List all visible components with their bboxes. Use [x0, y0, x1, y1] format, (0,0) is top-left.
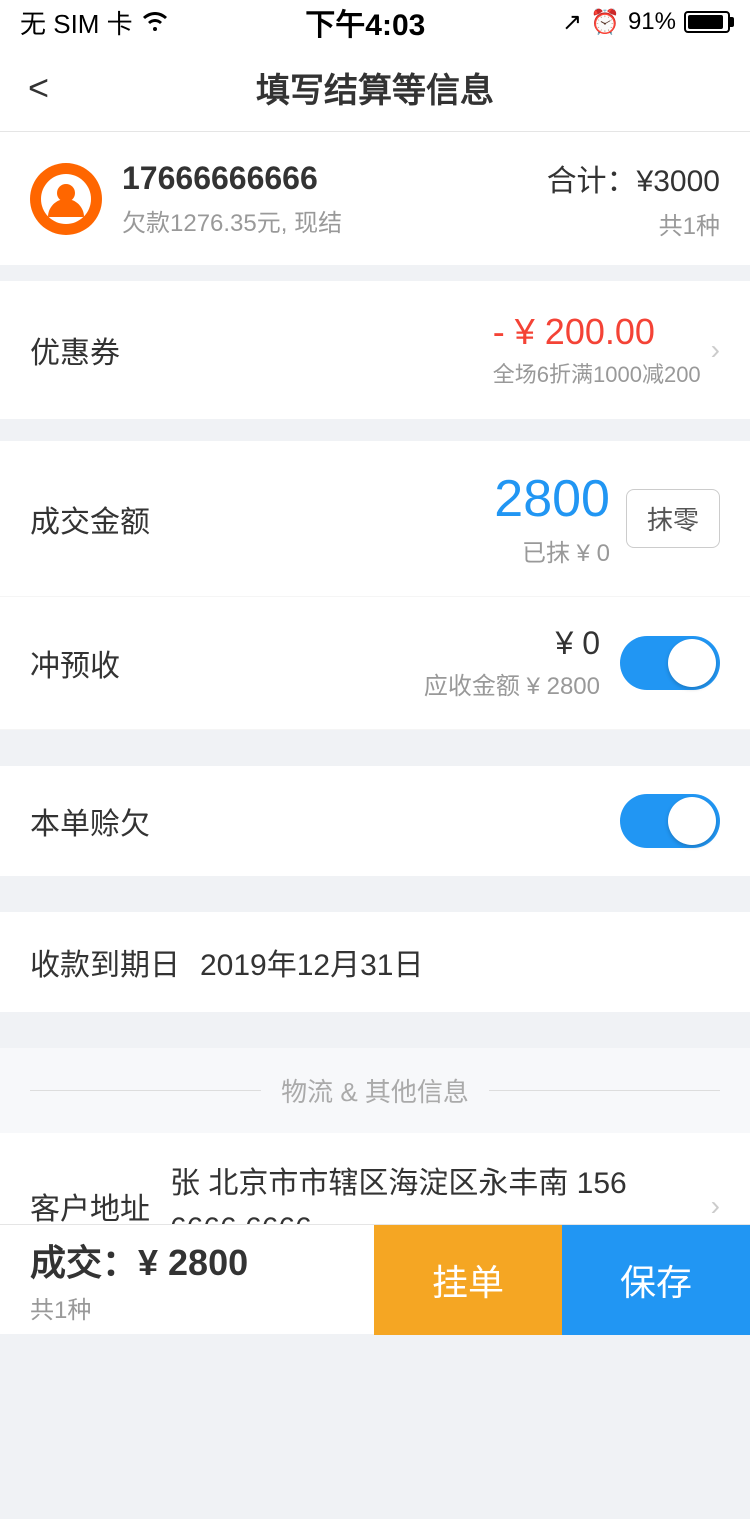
status-time: 下午4:03: [305, 0, 425, 44]
prepay-col: ¥ 0 应收金额 ¥ 2800: [424, 625, 600, 701]
customer-debt: 欠款1276.35元, 现结: [122, 203, 342, 238]
page-title: 填写结算等信息: [256, 63, 494, 112]
prepay-label: 冲预收: [30, 641, 120, 685]
section-divider-2: [0, 746, 750, 766]
due-date-section: 收款到期日 2019年12月31日: [0, 912, 750, 1012]
prepay-amount: ¥ 0: [424, 625, 600, 662]
deal-section: 成交金额 2800 已抹 ¥ 0 抹零 冲预收 ¥ 0 应收金额 ¥ 2800: [0, 441, 750, 730]
deal-amount-col: 2800 已抹 ¥ 0: [494, 469, 610, 568]
save-button[interactable]: 保存: [562, 1225, 750, 1335]
section-divider-3: [0, 892, 750, 912]
hang-order-button[interactable]: 挂单: [374, 1225, 562, 1335]
total-amount: 合计：¥3000: [547, 156, 720, 200]
status-bar: 无 SIM 卡 下午4:03 ↗ ⏰ 91%: [0, 0, 750, 44]
customer-card: 17666666666 欠款1276.35元, 现结 合计：¥3000 共1种: [0, 132, 750, 265]
coupon-label: 优惠券: [30, 328, 120, 372]
coupon-right: - ¥ 200.00 全场6折满1000减200 ›: [493, 311, 720, 389]
total-count: 共1种: [547, 206, 720, 241]
section-divider-1: [0, 421, 750, 441]
address-label: 客户地址: [30, 1184, 150, 1228]
bottom-count: 共1种: [30, 1290, 344, 1325]
alarm-icon: ⏰: [590, 8, 620, 37]
nav-bar: < 填写结算等信息: [0, 44, 750, 132]
battery-icon: [684, 11, 730, 33]
due-date-value: 2019年12月31日: [200, 940, 423, 984]
gps-icon: ↗: [562, 8, 582, 37]
debt-label: 本单赊欠: [30, 799, 150, 843]
coupon-description: 全场6折满1000减200: [493, 357, 701, 389]
status-right: ↗ ⏰ 91%: [562, 8, 730, 37]
back-button[interactable]: <: [28, 67, 49, 109]
chevron-right-icon: ›: [711, 334, 720, 366]
bottom-bar: 成交：¥ 2800 共1种 挂单 保存: [0, 1224, 750, 1334]
coupon-detail: - ¥ 200.00 全场6折满1000减200: [493, 311, 701, 389]
coupon-discount: - ¥ 200.00: [493, 311, 701, 353]
address-chevron-icon: ›: [711, 1190, 720, 1222]
wifi-icon: [141, 7, 169, 38]
logistics-line-left: [30, 1090, 261, 1091]
logistics-divider: 物流 & 其他信息: [0, 1048, 750, 1133]
debt-toggle-knob: [668, 797, 716, 845]
debt-toggle[interactable]: [620, 794, 720, 848]
deal-row: 成交金额 2800 已抹 ¥ 0 抹零: [0, 441, 750, 597]
due-date-row: 收款到期日 2019年12月31日: [0, 912, 750, 1012]
deal-label: 成交金额: [30, 497, 150, 541]
debt-row: 本单赊欠: [0, 766, 750, 876]
due-date-label: 收款到期日: [30, 940, 180, 984]
bottom-deal-label: 成交：: [30, 1242, 138, 1283]
customer-left: 17666666666 欠款1276.35元, 现结: [30, 160, 342, 238]
deal-sub: 已抹 ¥ 0: [522, 533, 610, 568]
bottom-summary: 成交：¥ 2800 共1种: [0, 1234, 374, 1325]
prepay-row: 冲预收 ¥ 0 应收金额 ¥ 2800: [0, 597, 750, 730]
logistics-text: 物流 & 其他信息: [261, 1072, 489, 1109]
customer-phone: 17666666666: [122, 160, 342, 197]
battery-percent: 91%: [628, 8, 676, 36]
customer-info: 17666666666 欠款1276.35元, 现结: [122, 160, 342, 238]
bottom-deal-text: 成交：¥ 2800: [30, 1234, 344, 1286]
prepay-right: ¥ 0 应收金额 ¥ 2800: [424, 625, 720, 701]
coupon-row[interactable]: 优惠券 - ¥ 200.00 全场6折满1000减200 ›: [0, 281, 750, 419]
deal-amount: 2800: [494, 469, 610, 529]
avatar: [30, 163, 102, 235]
customer-total: 合计：¥3000 共1种: [547, 156, 720, 241]
prepay-receivable: 应收金额 ¥ 2800: [424, 666, 600, 701]
debt-section: 本单赊欠: [0, 766, 750, 876]
section-divider-4: [0, 1028, 750, 1048]
prepay-toggle[interactable]: [620, 636, 720, 690]
no-sim-text: 无 SIM 卡: [20, 4, 133, 41]
logistics-line-right: [489, 1090, 720, 1091]
bottom-deal-amount: ¥ 2800: [138, 1242, 248, 1283]
round-button[interactable]: 抹零: [626, 489, 720, 548]
toggle-knob: [668, 639, 716, 687]
status-left: 无 SIM 卡: [20, 4, 169, 41]
deal-right: 2800 已抹 ¥ 0 抹零: [494, 469, 720, 568]
